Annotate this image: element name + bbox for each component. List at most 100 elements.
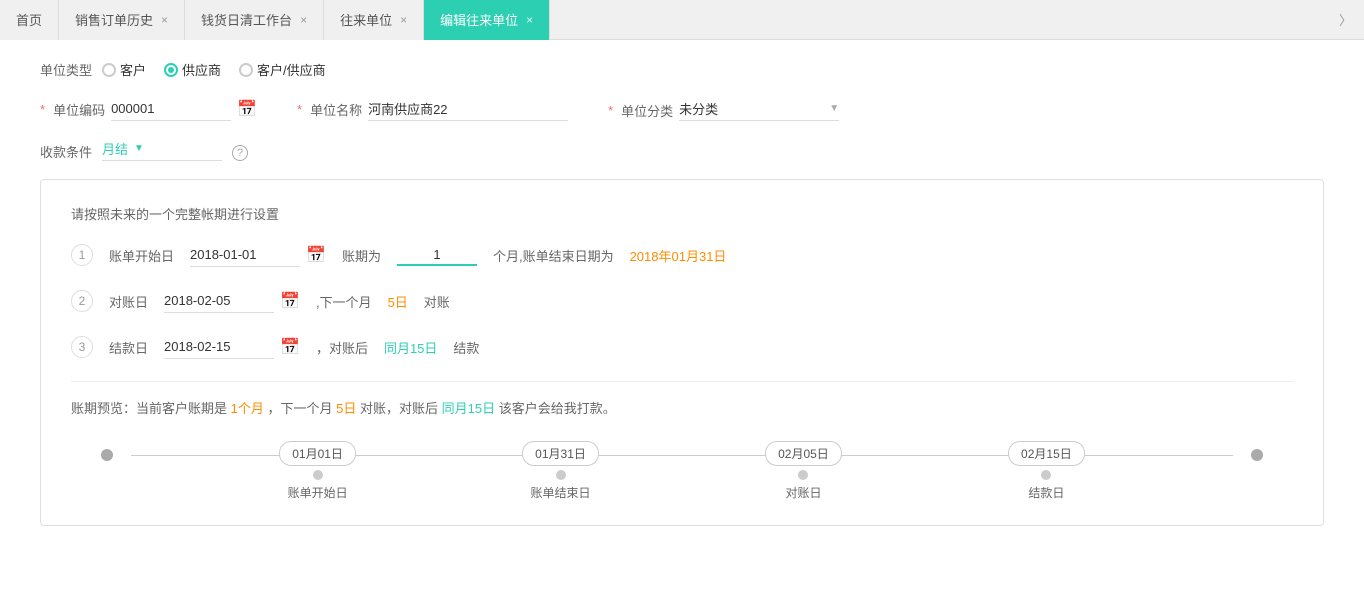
- step-2-suffix-after: 对账: [424, 292, 450, 311]
- preview-mid2: 对账，对账后: [360, 401, 438, 416]
- step-1-period-label: 账期为: [342, 246, 381, 265]
- tab-unit[interactable]: 往来单位 ×: [324, 0, 424, 40]
- unit-code-input[interactable]: [111, 97, 231, 121]
- timeline-dot-4: [1041, 470, 1051, 480]
- unit-category-field: * 单位分类 未分类 ▼: [608, 99, 839, 121]
- preview-end: 该客户会给我打款。: [499, 401, 616, 416]
- preview-highlight3: 同月15日: [442, 401, 495, 416]
- unit-category-value: 未分类: [679, 99, 823, 118]
- timeline-badge-4: 02月15日: [1008, 441, 1085, 466]
- radio-supplier-circle: [164, 63, 178, 77]
- step-2-date-input[interactable]: [164, 289, 274, 313]
- step-3-date-field: 📅: [164, 335, 300, 359]
- radio-customer-supplier[interactable]: 客户/供应商: [239, 60, 326, 79]
- timeline-left-dot: [101, 449, 113, 461]
- step-1-date-input[interactable]: [190, 243, 300, 267]
- preview-mid1: ，下一个月: [268, 401, 333, 416]
- unit-code-icon[interactable]: 📅: [237, 99, 257, 119]
- tab-edit-unit-close[interactable]: ×: [526, 13, 533, 27]
- unit-type-label: 单位类型: [40, 60, 92, 79]
- radio-supplier[interactable]: 供应商: [164, 60, 221, 79]
- preview-text: 账期预览：当前客户账期是 1个月 ，下一个月 5日 对账，对账后 同月15日 该…: [71, 398, 1293, 417]
- timeline-label-2: 账单结束日: [531, 484, 591, 501]
- payment-condition-value: 月结: [102, 139, 128, 158]
- unit-code-label: 单位编码: [53, 100, 105, 119]
- unit-code-star: *: [40, 102, 45, 117]
- main-content: 单位类型 客户 供应商 客户/供应商 * 单位编码 📅 * 单位名称: [0, 40, 1364, 608]
- card-hint: 请按照未来的一个完整帐期进行设置: [71, 204, 1293, 223]
- step-3-suffix-before: ，对账后: [316, 338, 368, 357]
- payment-condition-row: 收款条件 月结 ▼ ?: [40, 139, 1324, 161]
- tab-cashwork-label: 钱货日清工作台: [201, 10, 292, 29]
- timeline-point-1: 01月01日 账单开始日: [279, 441, 356, 501]
- radio-group-unit-type: 客户 供应商 客户/供应商: [102, 60, 326, 79]
- step-3-highlight: 同月15日: [384, 338, 437, 357]
- tab-sales-history-label: 销售订单历史: [75, 10, 153, 29]
- step-2-highlight: 5日: [388, 292, 408, 311]
- tab-sales-history[interactable]: 销售订单历史 ×: [59, 0, 185, 40]
- timeline-badge-3: 02月05日: [765, 441, 842, 466]
- step-1-period-unit: 个月,账单结束日期为: [493, 246, 614, 265]
- tab-cashwork-close[interactable]: ×: [300, 13, 307, 27]
- radio-customer[interactable]: 客户: [102, 60, 146, 79]
- timeline-dot-3: [798, 470, 808, 480]
- payment-condition-label: 收款条件: [40, 142, 92, 161]
- unit-code-field: * 单位编码 📅: [40, 97, 257, 121]
- step-3-label: 结款日: [109, 338, 148, 357]
- tab-edit-unit-label: 编辑往来单位: [440, 10, 518, 29]
- step-1-period-end: 2018年01月31日: [630, 246, 727, 265]
- step-2-num: 2: [71, 290, 93, 312]
- unit-info-row: * 单位编码 📅 * 单位名称 * 单位分类 未分类 ▼: [40, 97, 1324, 121]
- unit-name-label: 单位名称: [310, 100, 362, 119]
- tab-edit-unit[interactable]: 编辑往来单位 ×: [424, 0, 550, 40]
- timeline-badge-1: 01月01日: [279, 441, 356, 466]
- timeline-points: 01月01日 账单开始日 01月31日 账单结束日 02月05日: [101, 441, 1263, 501]
- payment-condition-select[interactable]: 月结 ▼: [102, 139, 222, 161]
- step-2-calendar-icon[interactable]: 📅: [280, 291, 300, 311]
- step-1-period-input[interactable]: [397, 245, 477, 266]
- step-2-suffix-before: ,下一个月: [316, 292, 372, 311]
- step-3-row: 3 结款日 📅 ，对账后 同月15日 结款: [71, 335, 1293, 359]
- timeline-point-2: 01月31日 账单结束日: [522, 441, 599, 501]
- tab-unit-close[interactable]: ×: [400, 13, 407, 27]
- tab-bar: 首页 销售订单历史 × 钱货日清工作台 × 往来单位 × 编辑往来单位 × 〉: [0, 0, 1364, 40]
- step-2-date-field: 📅: [164, 289, 300, 313]
- step-1-calendar-icon[interactable]: 📅: [306, 245, 326, 265]
- timeline-end-dot: [1251, 449, 1263, 461]
- period-card: 请按照未来的一个完整帐期进行设置 1 账单开始日 📅 账期为 个月,账单结束日期…: [40, 179, 1324, 526]
- tab-home[interactable]: 首页: [0, 0, 59, 40]
- radio-customer-supplier-circle: [239, 63, 253, 77]
- unit-name-star: *: [297, 102, 302, 117]
- timeline-start-dot: [101, 449, 113, 461]
- timeline-point-3: 02月05日 对账日: [765, 441, 842, 501]
- step-2-label: 对账日: [109, 292, 148, 311]
- tab-sales-history-close[interactable]: ×: [161, 13, 168, 27]
- timeline-label-3: 对账日: [785, 484, 821, 501]
- preview-highlight2: 5日: [336, 401, 356, 416]
- timeline-label-4: 结款日: [1028, 484, 1064, 501]
- tab-more-button[interactable]: 〉: [1327, 0, 1364, 40]
- step-3-date-input[interactable]: [164, 335, 274, 359]
- tab-cashwork[interactable]: 钱货日清工作台 ×: [185, 0, 324, 40]
- step-3-suffix-after: 结款: [453, 338, 479, 357]
- unit-category-chevron: ▼: [829, 103, 839, 114]
- step-1-num: 1: [71, 244, 93, 266]
- unit-category-select[interactable]: 未分类 ▼: [679, 99, 839, 121]
- payment-condition-chevron: ▼: [134, 143, 144, 154]
- preview-highlight1: 1个月: [231, 401, 264, 416]
- radio-customer-supplier-label: 客户/供应商: [257, 60, 326, 79]
- unit-type-row: 单位类型 客户 供应商 客户/供应商: [40, 60, 1324, 79]
- preview-section: 账期预览：当前客户账期是 1个月 ，下一个月 5日 对账，对账后 同月15日 该…: [71, 381, 1293, 501]
- timeline-dot-2: [556, 470, 566, 480]
- timeline-label-1: 账单开始日: [288, 484, 348, 501]
- radio-customer-label: 客户: [120, 60, 146, 79]
- tab-home-label: 首页: [16, 10, 42, 29]
- unit-category-label: 单位分类: [621, 101, 673, 120]
- timeline-right-dot: [1251, 449, 1263, 461]
- unit-name-field: * 单位名称: [297, 97, 568, 121]
- unit-name-input[interactable]: [368, 97, 568, 121]
- help-icon[interactable]: ?: [232, 145, 248, 161]
- step-1-date-field: 📅: [190, 243, 326, 267]
- step-3-calendar-icon[interactable]: 📅: [280, 337, 300, 357]
- timeline-point-4: 02月15日 结款日: [1008, 441, 1085, 501]
